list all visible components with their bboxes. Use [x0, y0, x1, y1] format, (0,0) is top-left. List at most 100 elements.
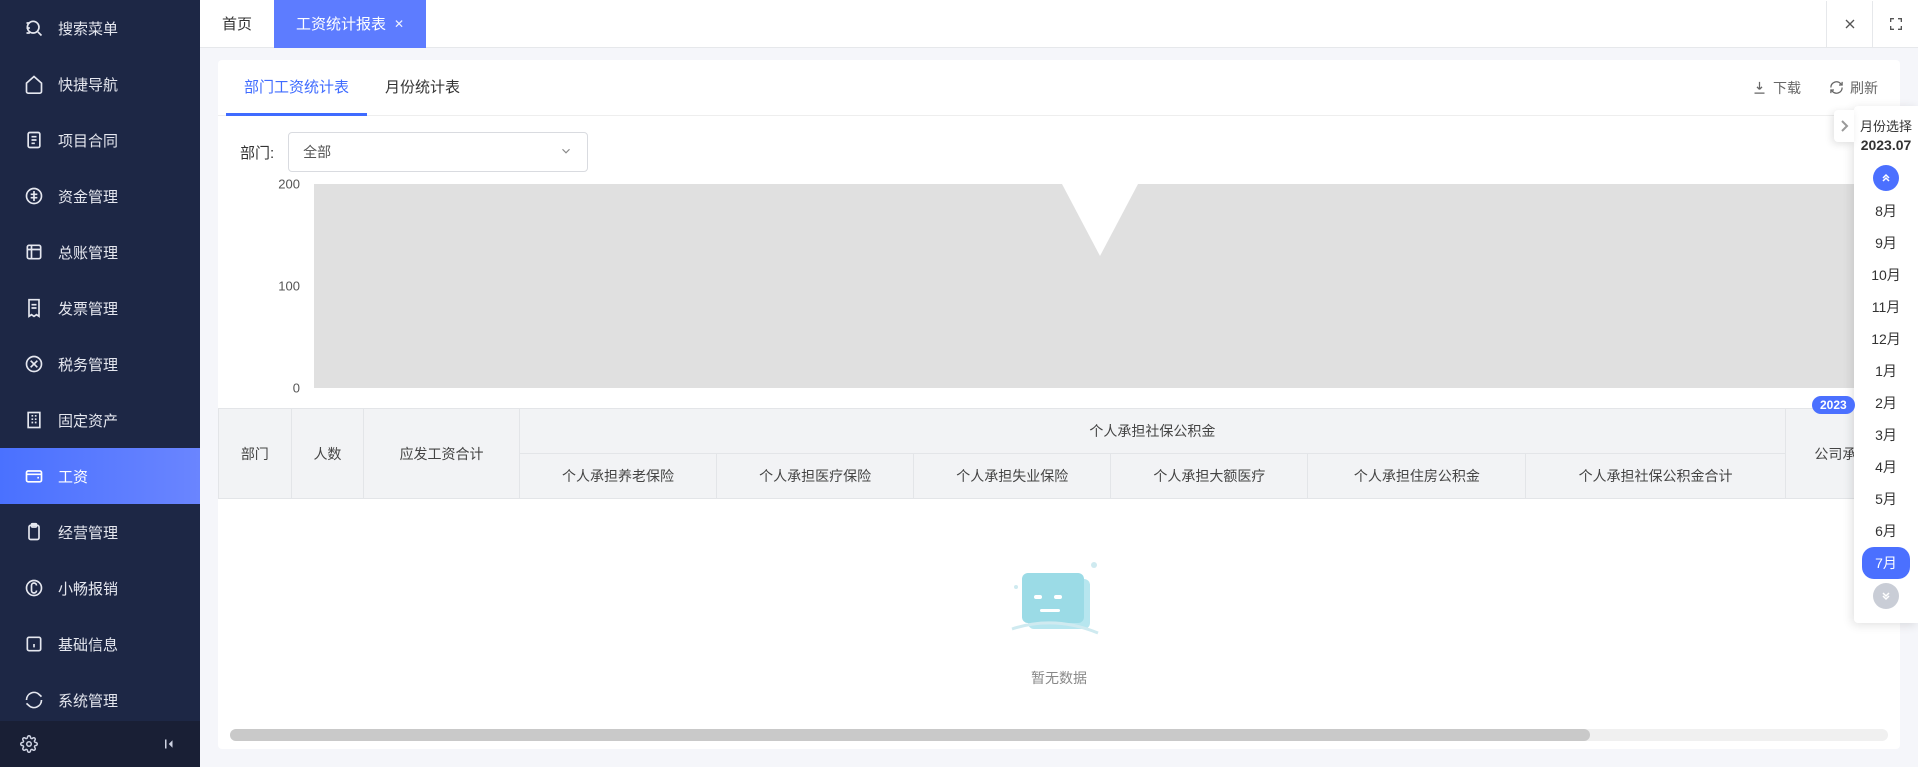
table: 部门人数应发工资合计个人承担社保公积金公司承担个人承担养老保险个人承担医疗保险个…: [218, 408, 1900, 749]
dock-month[interactable]: 2月: [1862, 387, 1910, 419]
table-col-header: 部门: [219, 409, 292, 499]
sidebar-item-gl-mgmt[interactable]: 总账管理: [0, 224, 200, 280]
dock-next-button[interactable]: [1873, 583, 1899, 609]
chart: 0100200: [240, 184, 1878, 394]
tab-salary-report[interactable]: 工资统计报表 ✕: [274, 0, 426, 48]
dock-month[interactable]: 7月: [1862, 547, 1910, 579]
sidebar-item-label: 资金管理: [58, 186, 118, 207]
sidebar-item-xiaochang[interactable]: 小畅报销: [0, 560, 200, 616]
panel: 部门工资统计表 月份统计表 下载 刷新 部门: 全部: [218, 60, 1900, 749]
dock-year-badge: 2023: [1812, 396, 1855, 414]
dock-month[interactable]: 4月: [1862, 451, 1910, 483]
cbadge-icon: [24, 578, 44, 598]
subtabs: 部门工资统计表 月份统计表 下载 刷新: [218, 60, 1900, 116]
sidebar-bottom: [0, 721, 200, 767]
sidebar-item-search-menu[interactable]: 搜索菜单: [0, 0, 200, 56]
refresh-label: 刷新: [1850, 78, 1878, 98]
tab-home[interactable]: 首页: [200, 0, 274, 48]
dock-prev-button[interactable]: [1873, 165, 1899, 191]
sidebar-item-salary[interactable]: 工资: [0, 448, 200, 504]
dept-filter-label: 部门:: [240, 142, 274, 163]
building-icon: [24, 410, 44, 430]
sidebar-item-base-info[interactable]: 基础信息: [0, 616, 200, 672]
data-table: 部门人数应发工资合计个人承担社保公积金公司承担个人承担养老保险个人承担医疗保险个…: [218, 408, 1900, 499]
sidebar-item-quick-nav[interactable]: 快捷导航: [0, 56, 200, 112]
tax-icon: [24, 354, 44, 374]
sidebar-item-label: 基础信息: [58, 634, 118, 655]
dock-title: 月份选择: [1860, 112, 1912, 137]
sidebar-item-label: 固定资产: [58, 410, 118, 431]
subtab-label: 部门工资统计表: [244, 76, 349, 97]
dock-month[interactable]: 8月: [1862, 195, 1910, 227]
empty-illustration-icon: [994, 537, 1124, 650]
subtab-month-stats[interactable]: 月份统计表: [367, 60, 478, 116]
sidebar-item-label: 项目合同: [58, 130, 118, 151]
dept-select[interactable]: 全部: [288, 132, 588, 172]
dept-select-value: 全部: [303, 142, 331, 162]
dock-collapse-button[interactable]: [1834, 110, 1854, 142]
month-dock: 月份选择 2023.07 8月9月10月11月12月1月2月3月4月5月6月7月…: [1854, 106, 1918, 623]
refresh-icon: [24, 690, 44, 710]
table-empty-state: 暂无数据: [218, 499, 1900, 725]
sidebar-item-label: 总账管理: [58, 242, 118, 263]
download-button[interactable]: 下载: [1738, 78, 1815, 98]
sidebar-item-label: 经营管理: [58, 522, 118, 543]
receipt-icon: [24, 298, 44, 318]
sidebar-item-tax-mgmt[interactable]: 税务管理: [0, 336, 200, 392]
dock-month[interactable]: 9月: [1862, 227, 1910, 259]
ledger-icon: [24, 242, 44, 262]
sidebar-item-system-mgmt[interactable]: 系统管理: [0, 672, 200, 721]
sidebar-item-project-contract[interactable]: 项目合同: [0, 112, 200, 168]
doc-icon: [24, 130, 44, 150]
chart-plot-area: [314, 184, 1872, 388]
tab-label: 工资统计报表: [296, 13, 386, 34]
table-col-header: 个人承担大额医疗: [1111, 454, 1308, 499]
sidebar-item-fund-mgmt[interactable]: 资金管理: [0, 168, 200, 224]
coin-icon: [24, 186, 44, 206]
horizontal-scrollbar[interactable]: [230, 729, 1888, 741]
chart-ytick: 100: [240, 279, 300, 294]
sidebar-item-biz-mgmt[interactable]: 经营管理: [0, 504, 200, 560]
sidebar-item-fixed-assets[interactable]: 固定资产: [0, 392, 200, 448]
info-icon: [24, 634, 44, 654]
sidebar-item-invoice-mgmt[interactable]: 发票管理: [0, 280, 200, 336]
dock-month[interactable]: 12月: [1862, 323, 1910, 355]
sidebar-item-label: 搜索菜单: [58, 18, 118, 39]
dock-month[interactable]: 11月: [1862, 291, 1910, 323]
refresh-button[interactable]: 刷新: [1815, 78, 1892, 98]
sidebar-item-label: 发票管理: [58, 298, 118, 319]
home-icon: [24, 74, 44, 94]
table-col-header: 人数: [291, 409, 364, 499]
sidebar-item-label: 税务管理: [58, 354, 118, 375]
table-col-header: 个人承担住房公积金: [1308, 454, 1526, 499]
dock-month[interactable]: 1月: [1862, 355, 1910, 387]
dock-current: 2023.07: [1861, 137, 1912, 161]
search-icon: [24, 18, 44, 38]
sidebar-item-label: 小畅报销: [58, 578, 118, 599]
table-col-header: 个人承担医疗保险: [717, 454, 914, 499]
chevron-down-icon: [559, 144, 573, 161]
dock-month[interactable]: 3月: [1862, 419, 1910, 451]
sidebar-menu: 搜索菜单快捷导航项目合同资金管理总账管理发票管理税务管理固定资产工资经营管理小畅…: [0, 0, 200, 721]
table-col-header: 个人承担社保公积金合计: [1526, 454, 1785, 499]
subtab-label: 月份统计表: [385, 76, 460, 97]
tab-label: 首页: [222, 13, 252, 34]
dock-month[interactable]: 10月: [1862, 259, 1910, 291]
main: 首页 工资统计报表 ✕ 部门工资统计表 月份统计表 下载: [200, 0, 1918, 767]
topbar: 首页 工资统计报表 ✕: [200, 0, 1918, 48]
clipboard-icon: [24, 522, 44, 542]
table-col-header: 个人承担养老保险: [519, 454, 716, 499]
settings-icon[interactable]: [20, 735, 38, 753]
close-all-tabs-button[interactable]: [1826, 1, 1872, 47]
sidebar-item-label: 系统管理: [58, 690, 118, 711]
fullscreen-button[interactable]: [1872, 1, 1918, 47]
dock-month[interactable]: 6月: [1862, 515, 1910, 547]
chart-ytick: 200: [240, 177, 300, 192]
sidebar-item-label: 工资: [58, 466, 88, 487]
subtab-dept-salary[interactable]: 部门工资统计表: [226, 60, 367, 116]
collapse-sidebar-icon[interactable]: [162, 735, 180, 753]
dock-month[interactable]: 5月: [1862, 483, 1910, 515]
close-icon[interactable]: ✕: [394, 17, 404, 31]
table-col-header: 个人承担失业保险: [914, 454, 1111, 499]
wallet-icon: [24, 466, 44, 486]
